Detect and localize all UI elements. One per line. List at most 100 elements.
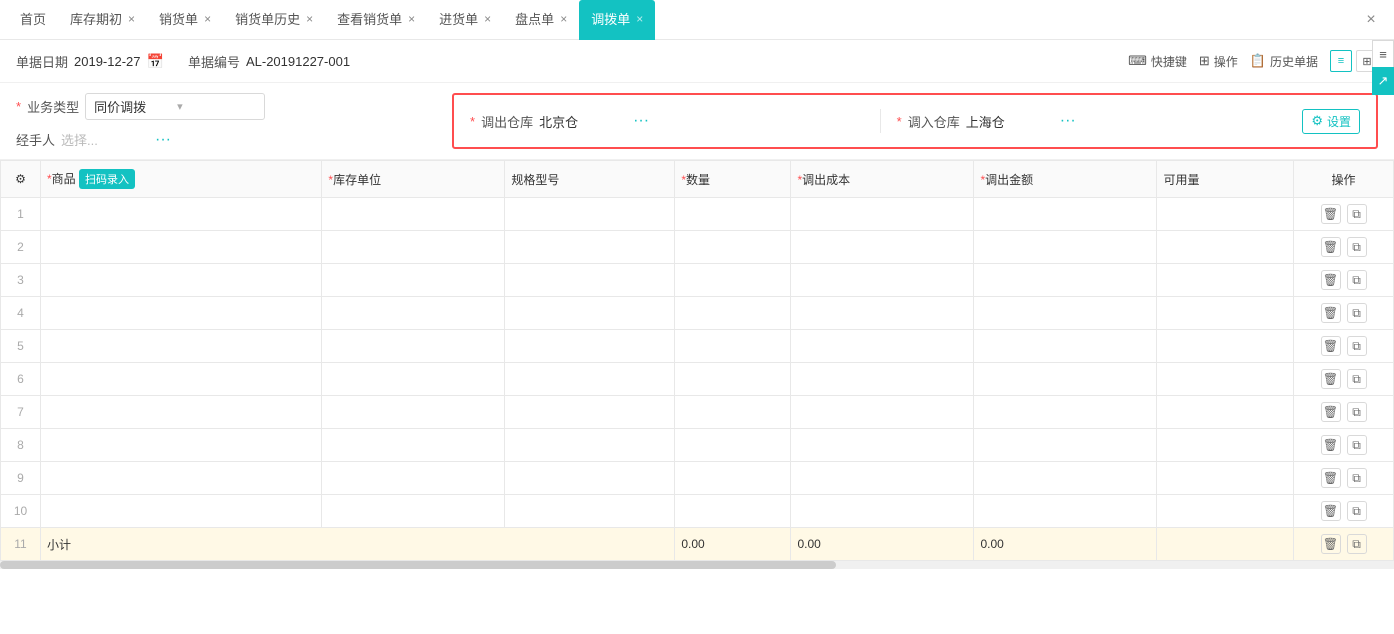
delete-row-icon[interactable]: 🗑	[1321, 468, 1341, 488]
tab-inventory-check[interactable]: 盘点单 ×	[503, 0, 579, 40]
close-tab-transfer-order[interactable]: ×	[636, 12, 643, 26]
tab-home[interactable]: 首页	[8, 0, 58, 40]
cell-quantity[interactable]	[675, 330, 791, 363]
cell-amount[interactable]	[974, 363, 1157, 396]
cell-available[interactable]	[1157, 429, 1294, 462]
shortcuts-link[interactable]: ⌨ 快捷键	[1128, 53, 1187, 70]
cell-product[interactable]	[41, 396, 322, 429]
delete-row-icon[interactable]: 🗑	[1321, 402, 1341, 422]
delete-row-icon[interactable]: 🗑	[1321, 237, 1341, 257]
cell-quantity[interactable]	[675, 429, 791, 462]
cell-unit[interactable]	[322, 429, 505, 462]
delete-row-icon[interactable]: 🗑	[1321, 336, 1341, 356]
transfer-in-more-button[interactable]: ···	[1060, 112, 1076, 130]
cell-quantity[interactable]	[675, 495, 791, 528]
copy-row-icon[interactable]: ⧉	[1347, 501, 1367, 521]
cell-spec[interactable]	[505, 297, 675, 330]
cell-cost[interactable]	[791, 231, 974, 264]
cell-spec[interactable]	[505, 264, 675, 297]
cell-available[interactable]	[1157, 264, 1294, 297]
cell-quantity[interactable]	[675, 198, 791, 231]
cell-available[interactable]	[1157, 330, 1294, 363]
copy-row-icon[interactable]: ⧉	[1347, 336, 1367, 356]
cell-quantity[interactable]	[675, 396, 791, 429]
copy-row-icon[interactable]: ⧉	[1347, 204, 1367, 224]
handler-more-button[interactable]: ···	[155, 131, 171, 149]
cell-cost[interactable]	[791, 264, 974, 297]
close-tab-view-sales[interactable]: ×	[408, 12, 415, 26]
cell-product[interactable]	[41, 198, 322, 231]
cell-product[interactable]	[41, 297, 322, 330]
delete-icon[interactable]: 🗑	[1321, 534, 1341, 554]
cell-cost[interactable]	[791, 462, 974, 495]
cell-amount[interactable]	[974, 495, 1157, 528]
cell-product[interactable]	[41, 330, 322, 363]
cell-spec[interactable]	[505, 396, 675, 429]
cell-unit[interactable]	[322, 396, 505, 429]
cell-spec[interactable]	[505, 495, 675, 528]
copy-icon[interactable]: ⧉	[1347, 534, 1367, 554]
delete-row-icon[interactable]: 🗑	[1321, 303, 1341, 323]
copy-row-icon[interactable]: ⧉	[1347, 303, 1367, 323]
cell-quantity[interactable]	[675, 297, 791, 330]
cell-amount[interactable]	[974, 462, 1157, 495]
cell-available[interactable]	[1157, 363, 1294, 396]
cell-product[interactable]	[41, 462, 322, 495]
cell-quantity[interactable]	[675, 363, 791, 396]
history-link[interactable]: 📋 历史单据	[1250, 53, 1318, 70]
copy-row-icon[interactable]: ⧉	[1347, 270, 1367, 290]
transfer-out-more-button[interactable]: ···	[633, 112, 649, 130]
cell-product[interactable]	[41, 429, 322, 462]
cell-available[interactable]	[1157, 462, 1294, 495]
cell-unit[interactable]	[322, 330, 505, 363]
cell-amount[interactable]	[974, 330, 1157, 363]
tab-view-sales[interactable]: 查看销货单 ×	[325, 0, 427, 40]
cell-unit[interactable]	[322, 462, 505, 495]
calendar-icon[interactable]: 📅	[147, 53, 164, 70]
col-header-gear[interactable]: ⚙	[1, 161, 41, 198]
copy-row-icon[interactable]: ⧉	[1347, 237, 1367, 257]
cell-cost[interactable]	[791, 363, 974, 396]
handler-select[interactable]: 选择...	[61, 130, 141, 149]
tab-inventory-init[interactable]: 库存期初 ×	[58, 0, 147, 40]
cell-spec[interactable]	[505, 231, 675, 264]
copy-row-icon[interactable]: ⧉	[1347, 402, 1367, 422]
window-close-button[interactable]: ×	[1356, 5, 1386, 35]
cell-cost[interactable]	[791, 297, 974, 330]
tab-purchase-order[interactable]: 进货单 ×	[427, 0, 503, 40]
cell-product[interactable]	[41, 363, 322, 396]
cell-amount[interactable]	[974, 231, 1157, 264]
cell-spec[interactable]	[505, 330, 675, 363]
cell-cost[interactable]	[791, 396, 974, 429]
operations-link[interactable]: ⊞ 操作	[1199, 53, 1238, 70]
cell-amount[interactable]	[974, 198, 1157, 231]
close-tab-purchase-order[interactable]: ×	[484, 12, 491, 26]
delete-row-icon[interactable]: 🗑	[1321, 501, 1341, 521]
cell-unit[interactable]	[322, 297, 505, 330]
cell-available[interactable]	[1157, 231, 1294, 264]
delete-row-icon[interactable]: 🗑	[1321, 369, 1341, 389]
cell-available[interactable]	[1157, 495, 1294, 528]
tab-transfer-order[interactable]: 调拨单 ×	[579, 0, 655, 40]
copy-row-icon[interactable]: ⧉	[1347, 369, 1367, 389]
close-tab-sales-history[interactable]: ×	[306, 12, 313, 26]
cell-product[interactable]	[41, 231, 322, 264]
cell-quantity[interactable]	[675, 264, 791, 297]
close-tab-inventory-check[interactable]: ×	[560, 12, 567, 26]
layout-list-icon[interactable]: ≡	[1330, 50, 1352, 72]
cell-cost[interactable]	[791, 330, 974, 363]
cell-product[interactable]	[41, 495, 322, 528]
copy-row-icon[interactable]: ⧉	[1347, 468, 1367, 488]
cell-unit[interactable]	[322, 198, 505, 231]
cell-spec[interactable]	[505, 198, 675, 231]
cell-cost[interactable]	[791, 495, 974, 528]
cell-unit[interactable]	[322, 495, 505, 528]
cell-product[interactable]	[41, 264, 322, 297]
cell-available[interactable]	[1157, 297, 1294, 330]
cell-spec[interactable]	[505, 429, 675, 462]
cell-unit[interactable]	[322, 264, 505, 297]
business-type-select[interactable]: 同价调拨 ▾	[85, 93, 265, 120]
delete-row-icon[interactable]: 🗑	[1321, 270, 1341, 290]
settings-button[interactable]: ⚙ 设置	[1302, 109, 1360, 134]
cell-amount[interactable]	[974, 264, 1157, 297]
